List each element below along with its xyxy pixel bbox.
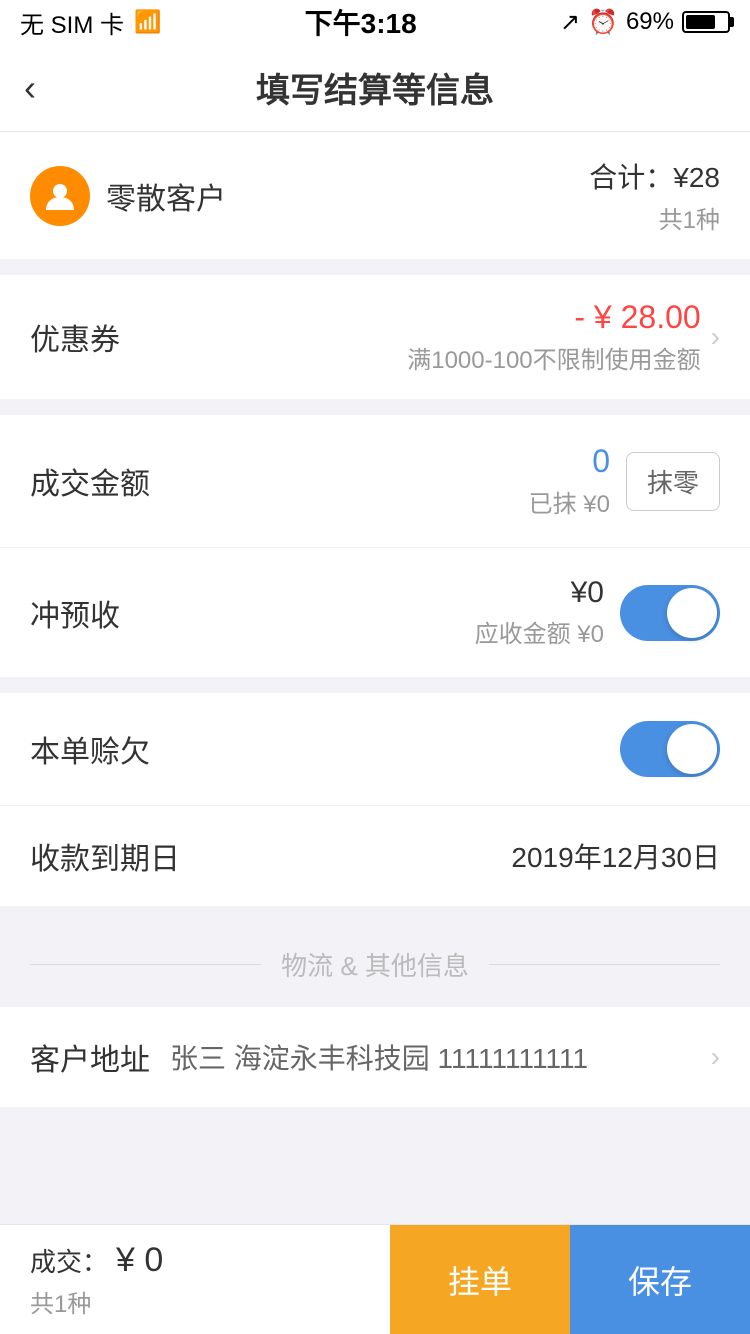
- location-icon: ↗: [560, 8, 580, 37]
- wifi-icon: 📶: [134, 9, 161, 35]
- due-date-row: 收款到期日 2019年12月30日: [0, 806, 750, 906]
- address-value: 张三 海淀永丰科技园 11111111111: [170, 1037, 711, 1077]
- already-rounded-text: 已抹 ¥0: [490, 484, 610, 519]
- debt-label: 本单赊欠: [30, 727, 150, 771]
- address-section: 客户地址 张三 海淀永丰科技园 11111111111 ›: [0, 1007, 750, 1107]
- debt-section: 本单赊欠 收款到期日 2019年12月30日: [0, 693, 750, 906]
- user-icon: [42, 178, 78, 214]
- customer-left: 零散客户: [30, 166, 226, 226]
- save-button[interactable]: 保存: [570, 1225, 750, 1334]
- prepay-amount: ¥0: [475, 576, 604, 610]
- customer-row: 零散客户 合计：¥28 共1种: [0, 132, 750, 259]
- amount-input[interactable]: [490, 443, 610, 480]
- customer-total: 合计：¥28 共1种: [589, 156, 720, 235]
- logistics-separator: 物流 & 其他信息: [0, 922, 750, 1007]
- bottom-bar: 成交： ¥ 0 共1种 挂单 保存: [0, 1224, 750, 1334]
- transaction-section: 成交金额 已抹 ¥0 抹零 冲预收 ¥0 应收金额 ¥0: [0, 415, 750, 677]
- alarm-icon: ⏰: [588, 8, 618, 37]
- toggle-knob: [667, 588, 717, 638]
- prepay-right: ¥0 应收金额 ¥0: [475, 576, 720, 649]
- prepay-toggle[interactable]: [620, 585, 720, 641]
- bottom-info: 成交： ¥ 0 共1种: [0, 1241, 390, 1319]
- hold-button[interactable]: 挂单: [390, 1225, 570, 1334]
- due-date-label: 收款到期日: [30, 834, 180, 878]
- sim-status: 无 SIM 卡: [20, 5, 124, 40]
- separator-line-left: [30, 964, 261, 965]
- back-button[interactable]: ‹: [24, 67, 36, 109]
- battery-icon: [682, 11, 730, 33]
- status-bar: 无 SIM 卡 📶 下午3:18 ↗ ⏰ 69%: [0, 0, 750, 44]
- coupon-row[interactable]: 优惠券 - ¥ 28.00 满1000-100不限制使用金额 ›: [0, 275, 750, 399]
- page-title: 填写结算等信息: [256, 63, 494, 112]
- chevron-right-icon: ›: [711, 321, 720, 353]
- debt-row: 本单赊欠: [0, 693, 750, 806]
- separator-line-right: [489, 964, 720, 965]
- address-label: 客户地址: [30, 1035, 150, 1079]
- debt-toggle-knob: [667, 724, 717, 774]
- bottom-transaction-label: 成交：: [30, 1242, 108, 1279]
- content: 零散客户 合计：¥28 共1种 优惠券 - ¥ 28.00 满1000-100不…: [0, 132, 750, 1243]
- bottom-transaction-amount: ¥ 0: [116, 1241, 163, 1280]
- coupon-description: 满1000-100不限制使用金额: [407, 340, 700, 375]
- battery-percent: 69%: [626, 8, 674, 36]
- customer-name: 零散客户: [106, 174, 226, 218]
- chevron-right-icon: ›: [711, 1041, 720, 1073]
- bottom-count: 共1种: [30, 1284, 360, 1319]
- status-left: 无 SIM 卡 📶: [20, 5, 161, 40]
- coupon-right: - ¥ 28.00 满1000-100不限制使用金额: [407, 299, 700, 375]
- nav-bar: ‹ 填写结算等信息: [0, 44, 750, 132]
- coupon-label: 优惠券: [30, 315, 120, 359]
- receivable-text: 应收金额 ¥0: [475, 614, 604, 649]
- avatar: [30, 166, 90, 226]
- status-time: 下午3:18: [305, 2, 417, 42]
- round-zero-button[interactable]: 抹零: [626, 452, 720, 511]
- prepay-row: 冲预收 ¥0 应收金额 ¥0: [0, 548, 750, 677]
- status-right: ↗ ⏰ 69%: [560, 8, 730, 37]
- due-date-value: 2019年12月30日: [511, 836, 720, 876]
- transaction-amount-row: 成交金额 已抹 ¥0 抹零: [0, 415, 750, 548]
- prepay-label: 冲预收: [30, 591, 120, 635]
- logistics-label: 物流 & 其他信息: [281, 946, 469, 983]
- amount-label: 成交金额: [30, 459, 150, 503]
- total-count: 共1种: [589, 200, 720, 235]
- amount-right: 已抹 ¥0 抹零: [490, 443, 720, 519]
- debt-toggle[interactable]: [620, 721, 720, 777]
- coupon-amount: - ¥ 28.00: [407, 299, 700, 336]
- total-label: 合计：¥28: [589, 156, 720, 196]
- address-row[interactable]: 客户地址 张三 海淀永丰科技园 11111111111 ›: [0, 1007, 750, 1107]
